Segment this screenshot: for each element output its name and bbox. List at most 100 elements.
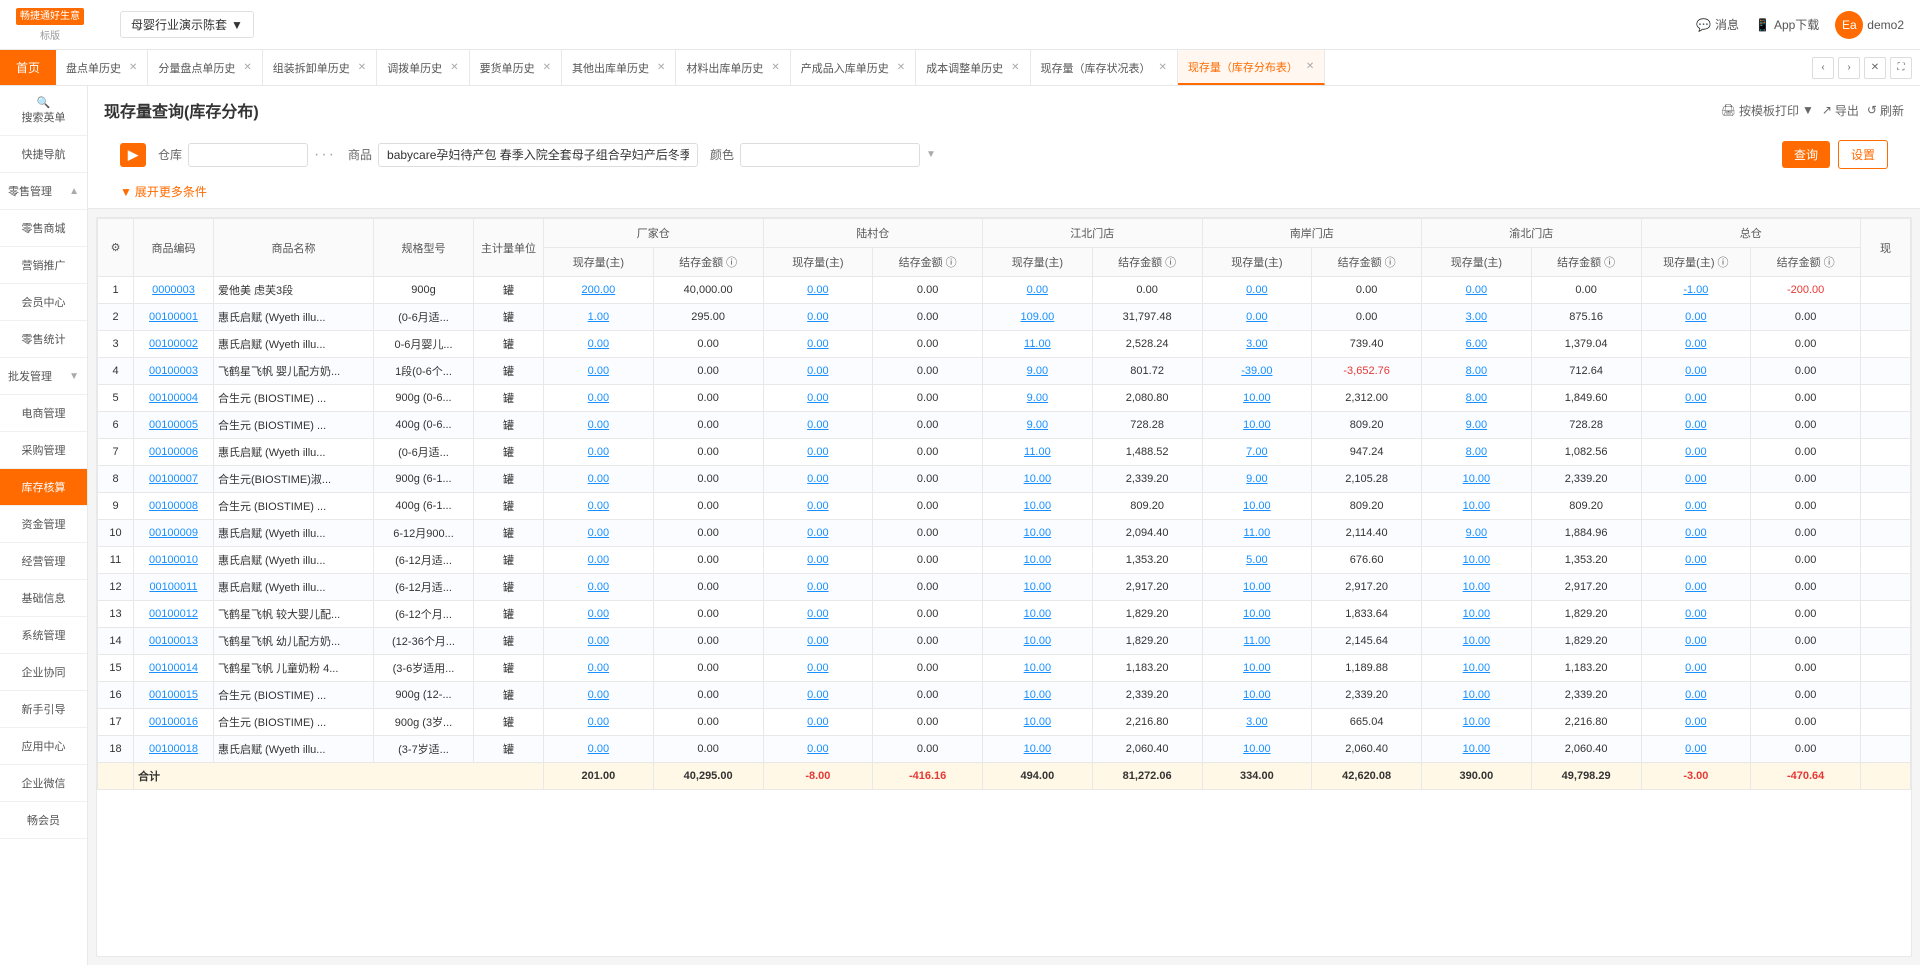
row-lucun-qty[interactable]: 0.00 bbox=[763, 439, 873, 466]
row-yubei-qty[interactable]: 0.00 bbox=[1422, 277, 1532, 304]
row-code[interactable]: 00100001 bbox=[134, 304, 214, 331]
row-code[interactable]: 00100012 bbox=[134, 601, 214, 628]
row-lucun-qty[interactable]: 0.00 bbox=[763, 601, 873, 628]
row-yubei-qty[interactable]: 10.00 bbox=[1422, 709, 1532, 736]
row-factory-qty[interactable]: 0.00 bbox=[544, 466, 654, 493]
tab-fullscreen-btn[interactable]: ⛶ bbox=[1890, 57, 1912, 79]
row-yubei-qty[interactable]: 10.00 bbox=[1422, 682, 1532, 709]
row-yubei-qty[interactable]: 6.00 bbox=[1422, 331, 1532, 358]
sidebar-item-system[interactable]: 系统管理 bbox=[0, 617, 87, 654]
row-factory-qty[interactable]: 0.00 bbox=[544, 547, 654, 574]
row-code[interactable]: 00100006 bbox=[134, 439, 214, 466]
row-nanan-qty[interactable]: -39.00 bbox=[1202, 358, 1312, 385]
sidebar-item-purchase[interactable]: 采购管理 bbox=[0, 432, 87, 469]
sidebar-item-retail-mall[interactable]: 零售商城 bbox=[0, 210, 87, 247]
sidebar-item-member[interactable]: 会员中心 bbox=[0, 284, 87, 321]
row-factory-qty[interactable]: 0.00 bbox=[544, 358, 654, 385]
row-code[interactable]: 00100005 bbox=[134, 412, 214, 439]
row-nanan-qty[interactable]: 10.00 bbox=[1202, 385, 1312, 412]
row-yubei-qty[interactable]: 9.00 bbox=[1422, 520, 1532, 547]
query-btn[interactable]: 查询 bbox=[1782, 141, 1830, 168]
color-input[interactable] bbox=[740, 143, 920, 167]
row-nanan-qty[interactable]: 10.00 bbox=[1202, 601, 1312, 628]
row-jiangbei-qty[interactable]: 10.00 bbox=[983, 628, 1093, 655]
row-jiangbei-qty[interactable]: 109.00 bbox=[983, 304, 1093, 331]
warehouse-input[interactable] bbox=[188, 143, 308, 167]
row-total-qty[interactable]: 0.00 bbox=[1641, 520, 1751, 547]
row-factory-qty[interactable]: 200.00 bbox=[544, 277, 654, 304]
sidebar-item-quicknav[interactable]: 快捷导航 bbox=[0, 136, 87, 173]
row-yubei-qty[interactable]: 10.00 bbox=[1422, 466, 1532, 493]
row-jiangbei-qty[interactable]: 10.00 bbox=[983, 493, 1093, 520]
row-yubei-qty[interactable]: 10.00 bbox=[1422, 601, 1532, 628]
row-yubei-qty[interactable]: 8.00 bbox=[1422, 385, 1532, 412]
close-icon[interactable]: ✕ bbox=[450, 62, 458, 73]
sidebar-item-marketing[interactable]: 营销推广 bbox=[0, 247, 87, 284]
tab-cailiao[interactable]: 材料出库单历史 ✕ bbox=[676, 50, 790, 85]
tab-xiancunkuang[interactable]: 现存量（库存状况表） ✕ bbox=[1031, 50, 1178, 85]
row-nanan-qty[interactable]: 3.00 bbox=[1202, 709, 1312, 736]
row-code[interactable]: 00100013 bbox=[134, 628, 214, 655]
row-code[interactable]: 00100009 bbox=[134, 520, 214, 547]
expand-more-btn[interactable]: ▼ 展开更多条件 bbox=[120, 183, 207, 200]
row-nanan-qty[interactable]: 0.00 bbox=[1202, 304, 1312, 331]
row-jiangbei-qty[interactable]: 10.00 bbox=[983, 547, 1093, 574]
product-input[interactable] bbox=[378, 143, 698, 167]
refresh-btn[interactable]: ↺ 刷新 bbox=[1867, 102, 1904, 119]
row-lucun-qty[interactable]: 0.00 bbox=[763, 304, 873, 331]
row-code[interactable]: 00100016 bbox=[134, 709, 214, 736]
row-code[interactable]: 00100004 bbox=[134, 385, 214, 412]
close-icon[interactable]: ✕ bbox=[243, 62, 251, 73]
row-nanan-qty[interactable]: 11.00 bbox=[1202, 628, 1312, 655]
row-total-qty[interactable]: 0.00 bbox=[1641, 493, 1751, 520]
sidebar-item-finance[interactable]: 资金管理 bbox=[0, 506, 87, 543]
row-total-qty[interactable]: 0.00 bbox=[1641, 304, 1751, 331]
row-lucun-qty[interactable]: 0.00 bbox=[763, 493, 873, 520]
row-code[interactable]: 0000003 bbox=[134, 277, 214, 304]
row-jiangbei-qty[interactable]: 10.00 bbox=[983, 736, 1093, 763]
sidebar-item-inventory[interactable]: 库存核算 bbox=[0, 469, 87, 506]
row-jiangbei-qty[interactable]: 10.00 bbox=[983, 709, 1093, 736]
row-jiangbei-qty[interactable]: 9.00 bbox=[983, 358, 1093, 385]
close-icon[interactable]: ✕ bbox=[543, 62, 551, 73]
row-jiangbei-qty[interactable]: 10.00 bbox=[983, 466, 1093, 493]
tab-chancheng[interactable]: 产成品入库单历史 ✕ bbox=[791, 50, 916, 85]
tab-pandian[interactable]: 盘点单历史 ✕ bbox=[56, 50, 148, 85]
row-factory-qty[interactable]: 0.00 bbox=[544, 493, 654, 520]
row-lucun-qty[interactable]: 0.00 bbox=[763, 628, 873, 655]
row-total-qty[interactable]: 0.00 bbox=[1641, 331, 1751, 358]
table-container[interactable]: ⚙ 商品编码 商品名称 规格型号 主计量单位 厂家仓 陆村仓 江北门店 南岸门店… bbox=[96, 217, 1912, 957]
row-nanan-qty[interactable]: 10.00 bbox=[1202, 736, 1312, 763]
row-jiangbei-qty[interactable]: 10.00 bbox=[983, 655, 1093, 682]
row-factory-qty[interactable]: 0.00 bbox=[544, 385, 654, 412]
row-lucun-qty[interactable]: 0.00 bbox=[763, 331, 873, 358]
row-lucun-qty[interactable]: 0.00 bbox=[763, 358, 873, 385]
row-nanan-qty[interactable]: 7.00 bbox=[1202, 439, 1312, 466]
row-code[interactable]: 00100018 bbox=[134, 736, 214, 763]
row-code[interactable]: 00100010 bbox=[134, 547, 214, 574]
tab-next-btn[interactable]: › bbox=[1838, 57, 1860, 79]
row-yubei-qty[interactable]: 8.00 bbox=[1422, 358, 1532, 385]
close-icon[interactable]: ✕ bbox=[1159, 62, 1167, 73]
user-area[interactable]: Ea demo2 bbox=[1835, 11, 1904, 39]
row-factory-qty[interactable]: 0.00 bbox=[544, 655, 654, 682]
tab-yaohuo[interactable]: 要货单历史 ✕ bbox=[470, 50, 562, 85]
row-total-qty[interactable]: 0.00 bbox=[1641, 547, 1751, 574]
row-total-qty[interactable]: 0.00 bbox=[1641, 655, 1751, 682]
row-lucun-qty[interactable]: 0.00 bbox=[763, 547, 873, 574]
row-factory-qty[interactable]: 0.00 bbox=[544, 331, 654, 358]
row-factory-qty[interactable]: 0.00 bbox=[544, 601, 654, 628]
row-nanan-qty[interactable]: 10.00 bbox=[1202, 574, 1312, 601]
row-total-qty[interactable]: 0.00 bbox=[1641, 439, 1751, 466]
row-yubei-qty[interactable]: 10.00 bbox=[1422, 547, 1532, 574]
close-icon[interactable]: ✕ bbox=[1011, 62, 1019, 73]
row-factory-qty[interactable]: 0.00 bbox=[544, 574, 654, 601]
sidebar-item-retail-mgmt[interactable]: 零售管理 ▲ bbox=[0, 173, 87, 210]
sidebar-item-wechat[interactable]: 企业微信 bbox=[0, 765, 87, 802]
row-yubei-qty[interactable]: 10.00 bbox=[1422, 574, 1532, 601]
row-yubei-qty[interactable]: 8.00 bbox=[1422, 439, 1532, 466]
close-icon[interactable]: ✕ bbox=[129, 62, 137, 73]
settings-btn[interactable]: 设置 bbox=[1838, 140, 1888, 169]
expand-toggle-btn[interactable]: ▶ bbox=[120, 143, 146, 167]
row-code[interactable]: 00100014 bbox=[134, 655, 214, 682]
